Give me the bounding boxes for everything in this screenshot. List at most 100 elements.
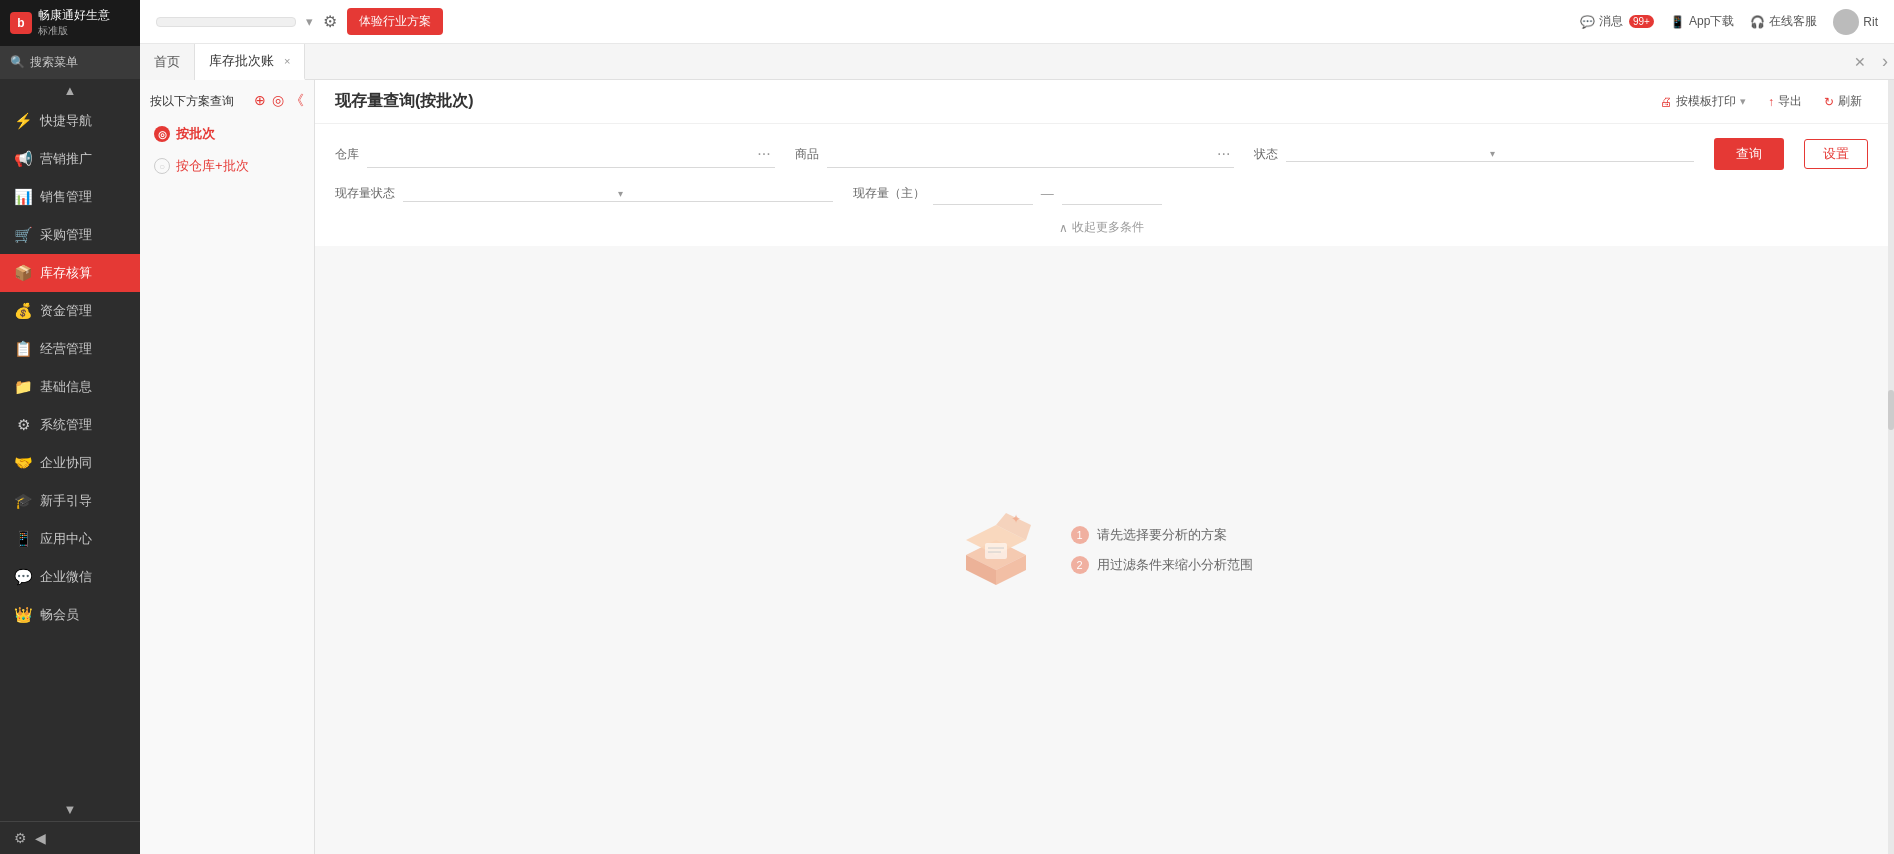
sidebar-item-finance[interactable]: 💰 资金管理 bbox=[0, 292, 140, 330]
tab-more-icon[interactable]: › bbox=[1876, 51, 1894, 72]
guide-icon: 🎓 bbox=[14, 492, 32, 510]
experience-btn[interactable]: 体验行业方案 bbox=[347, 8, 443, 35]
page-header: 现存量查询(按批次) 🖨 按模板打印 ▾ ↑ 导出 ↻ 刷新 bbox=[315, 80, 1888, 124]
sidebar-item-system[interactable]: ⚙ 系统管理 bbox=[0, 406, 140, 444]
warehouse-label: 仓库 bbox=[335, 146, 359, 163]
message-btn[interactable]: 💬 消息 99+ bbox=[1580, 13, 1654, 30]
edition-label: 标准版 bbox=[38, 24, 110, 38]
stock-qty-max-input[interactable] bbox=[1062, 182, 1162, 205]
svg-rect-6 bbox=[985, 543, 1007, 559]
warehouse-input[interactable] bbox=[371, 143, 757, 165]
page-title: 现存量查询(按批次) bbox=[335, 91, 474, 112]
right-scrollbar[interactable] bbox=[1888, 80, 1894, 854]
company-name: 畅康通好生意 bbox=[38, 8, 110, 24]
print-dropdown-icon: ▾ bbox=[1740, 95, 1746, 108]
status-select[interactable]: ▾ bbox=[1286, 146, 1694, 162]
topbar-settings-icon[interactable]: ⚙ bbox=[323, 12, 337, 31]
product-filter-group: 商品 ··· bbox=[795, 141, 1235, 168]
collapse-row[interactable]: ∧ 收起更多条件 bbox=[335, 213, 1868, 246]
sidebar-item-sales[interactable]: 📊 销售管理 bbox=[0, 178, 140, 216]
system-label: 系统管理 bbox=[40, 416, 92, 434]
collapse-panel-icon[interactable]: 《 bbox=[290, 92, 304, 110]
product-input-wrapper[interactable]: ··· bbox=[827, 141, 1235, 168]
scroll-up-btn[interactable]: ▲ bbox=[0, 79, 140, 102]
print-btn[interactable]: 🖨 按模板打印 ▾ bbox=[1654, 90, 1752, 113]
sidebar-item-enterprise[interactable]: 🤝 企业协同 bbox=[0, 444, 140, 482]
query-button[interactable]: 查询 bbox=[1714, 138, 1784, 170]
footer-collapse-icon[interactable]: ◀ bbox=[35, 830, 46, 846]
search-icon: 🔍 bbox=[10, 55, 25, 69]
message-label: 消息 bbox=[1599, 13, 1623, 30]
weixin-label: 企业微信 bbox=[40, 568, 92, 586]
print-icon: 🖨 bbox=[1660, 95, 1672, 109]
user-avatar-btn[interactable]: Rit bbox=[1833, 9, 1878, 35]
tab-home-label: 首页 bbox=[154, 44, 180, 80]
product-dots[interactable]: ··· bbox=[1217, 145, 1230, 163]
product-input[interactable] bbox=[831, 143, 1217, 165]
stock-qty-min-input[interactable] bbox=[933, 182, 1033, 205]
sidebar-item-weixin[interactable]: 💬 企业微信 bbox=[0, 558, 140, 596]
sidebar-item-basic[interactable]: 📁 基础信息 bbox=[0, 368, 140, 406]
settings-scheme-icon[interactable]: ◎ bbox=[272, 92, 284, 110]
scheme-item-warehouse-batch[interactable]: ○ 按仓库+批次 bbox=[140, 150, 314, 182]
vip-icon: 👑 bbox=[14, 606, 32, 624]
warehouse-dots[interactable]: ··· bbox=[757, 145, 770, 163]
purchase-label: 采购管理 bbox=[40, 226, 92, 244]
sidebar-item-marketing[interactable]: 📢 营销推广 bbox=[0, 140, 140, 178]
sidebar-item-vip[interactable]: 👑 畅会员 bbox=[0, 596, 140, 634]
stock-status-select[interactable]: ▾ bbox=[403, 186, 833, 202]
empty-hint-2: 2 用过滤条件来缩小分析范围 bbox=[1071, 556, 1253, 574]
sidebar-item-quick-nav[interactable]: ⚡ 快捷导航 bbox=[0, 102, 140, 140]
inventory-label: 库存核算 bbox=[40, 264, 92, 282]
stock-qty-label: 现存量（主） bbox=[853, 185, 925, 202]
empty-hint-1-num: 1 bbox=[1071, 526, 1089, 544]
left-panel-icons: ⊕ ◎ 《 bbox=[254, 92, 304, 110]
refresh-btn[interactable]: ↻ 刷新 bbox=[1818, 90, 1868, 113]
export-icon: ↑ bbox=[1768, 95, 1774, 109]
add-scheme-icon[interactable]: ⊕ bbox=[254, 92, 266, 110]
topbar-left: ▾ ⚙ 体验行业方案 bbox=[156, 8, 443, 35]
search-menu-item[interactable]: 🔍 搜索菜单 bbox=[0, 46, 140, 79]
tab-inventory-batch-label: 库存批次账 bbox=[209, 43, 274, 79]
empty-state: ✦ 1 请先选择要分析的方案 2 用过滤条件来缩小分析范围 bbox=[315, 246, 1888, 854]
status-filter-group: 状态 ▾ bbox=[1254, 146, 1694, 163]
main-area: ▾ ⚙ 体验行业方案 💬 消息 99+ 📱 App下载 🎧 在线客服 Rit bbox=[140, 0, 1894, 854]
scroll-down-btn[interactable]: ▼ bbox=[0, 798, 140, 821]
basic-icon: 📁 bbox=[14, 378, 32, 396]
app-download-label: App下载 bbox=[1689, 13, 1734, 30]
online-service-btn[interactable]: 🎧 在线客服 bbox=[1750, 13, 1817, 30]
empty-illustration: ✦ bbox=[951, 505, 1041, 595]
empty-text-list: 1 请先选择要分析的方案 2 用过滤条件来缩小分析范围 bbox=[1071, 526, 1253, 574]
empty-hint-2-text: 用过滤条件来缩小分析范围 bbox=[1097, 556, 1253, 574]
export-btn[interactable]: ↑ 导出 bbox=[1762, 90, 1808, 113]
left-panel-header-label: 按以下方案查询 bbox=[150, 93, 234, 110]
basic-label: 基础信息 bbox=[40, 378, 92, 396]
tab-home[interactable]: 首页 bbox=[140, 44, 195, 80]
scheme-item-batch[interactable]: ◎ 按批次 bbox=[140, 118, 314, 150]
sidebar-item-appstore[interactable]: 📱 应用中心 bbox=[0, 520, 140, 558]
topbar-dropdown-icon[interactable]: ▾ bbox=[306, 14, 313, 29]
sidebar-item-guide[interactable]: 🎓 新手引导 bbox=[0, 482, 140, 520]
stock-status-label: 现存量状态 bbox=[335, 185, 395, 202]
sidebar-item-operations[interactable]: 📋 经营管理 bbox=[0, 330, 140, 368]
finance-label: 资金管理 bbox=[40, 302, 92, 320]
refresh-icon: ↻ bbox=[1824, 95, 1834, 109]
footer-settings-icon[interactable]: ⚙ bbox=[14, 830, 27, 846]
marketing-label: 营销推广 bbox=[40, 150, 92, 168]
warehouse-input-wrapper[interactable]: ··· bbox=[367, 141, 775, 168]
tab-close-main-icon[interactable]: ✕ bbox=[1844, 54, 1876, 70]
filter-area: 仓库 ··· 商品 ··· bbox=[315, 124, 1888, 246]
tab-close-icon[interactable]: × bbox=[284, 43, 290, 79]
svg-text:✦: ✦ bbox=[1011, 512, 1021, 526]
quick-nav-label: 快捷导航 bbox=[40, 112, 92, 130]
scrollbar-thumb bbox=[1888, 390, 1894, 430]
topbar-search-box[interactable] bbox=[156, 17, 296, 27]
status-chevron-icon: ▾ bbox=[1490, 148, 1690, 159]
tab-inventory-batch[interactable]: 库存批次账 × bbox=[195, 44, 305, 80]
app-download-btn[interactable]: 📱 App下载 bbox=[1670, 13, 1734, 30]
filter-row-2: 现存量状态 ▾ 现存量（主） — bbox=[335, 182, 1868, 205]
sidebar-item-inventory[interactable]: 📦 库存核算 bbox=[0, 254, 140, 292]
appstore-label: 应用中心 bbox=[40, 530, 92, 548]
sidebar-item-purchase[interactable]: 🛒 采购管理 bbox=[0, 216, 140, 254]
settings-button[interactable]: 设置 bbox=[1804, 139, 1868, 169]
